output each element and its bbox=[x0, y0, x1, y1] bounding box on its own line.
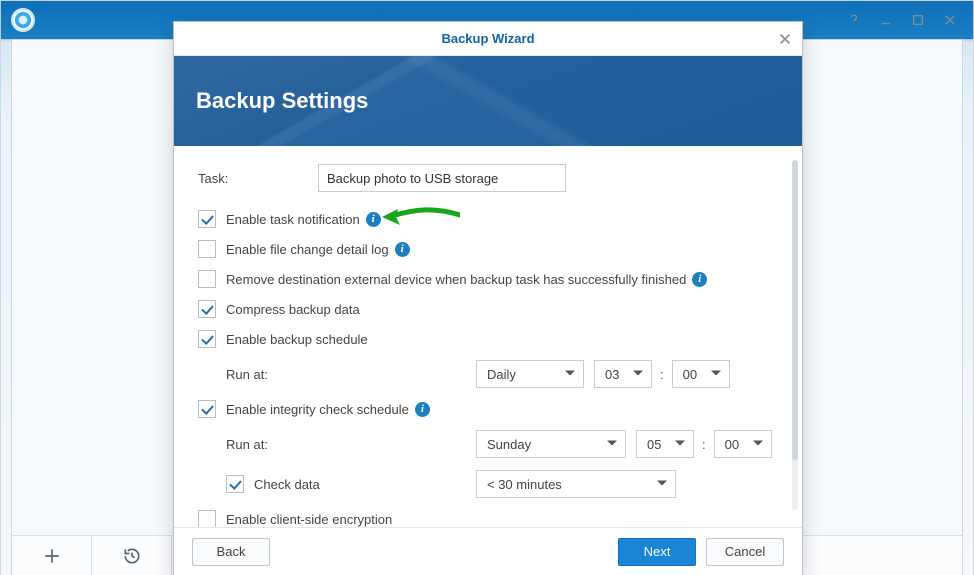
dialog-footer: Back Next Cancel bbox=[174, 527, 802, 575]
minimize-button[interactable] bbox=[879, 13, 893, 27]
maximize-button[interactable] bbox=[911, 13, 925, 27]
backup-runat-label: Run at: bbox=[226, 367, 476, 382]
select-value: 00 bbox=[725, 437, 739, 452]
chevron-down-icon bbox=[753, 437, 763, 452]
compress-checkbox[interactable] bbox=[198, 300, 216, 318]
backup-minute-select[interactable]: 00 bbox=[672, 360, 730, 388]
desktop: Backup Wizard Backup Settings Task: Enab… bbox=[0, 0, 974, 575]
add-button[interactable] bbox=[12, 536, 92, 575]
info-icon[interactable]: i bbox=[692, 272, 707, 287]
close-icon bbox=[778, 32, 792, 46]
backup-frequency-select[interactable]: Daily bbox=[476, 360, 584, 388]
backup-hour-select[interactable]: 03 bbox=[594, 360, 652, 388]
history-icon bbox=[122, 546, 142, 566]
remove-device-checkbox[interactable] bbox=[198, 270, 216, 288]
chevron-down-icon bbox=[711, 367, 721, 382]
enable-schedule-checkbox[interactable] bbox=[198, 330, 216, 348]
enable-notification-checkbox[interactable] bbox=[198, 210, 216, 228]
info-icon[interactable]: i bbox=[415, 402, 430, 417]
integrity-minute-select[interactable]: 00 bbox=[714, 430, 772, 458]
chevron-down-icon bbox=[565, 367, 575, 382]
enable-encryption-checkbox[interactable] bbox=[198, 510, 216, 527]
remove-device-label: Remove destination external device when … bbox=[226, 272, 686, 287]
enable-schedule-label: Enable backup schedule bbox=[226, 332, 368, 347]
dialog-body: Task: Enable task notification i Enable … bbox=[174, 146, 802, 527]
enable-integrity-checkbox[interactable] bbox=[198, 400, 216, 418]
dialog-title-bar: Backup Wizard bbox=[174, 22, 802, 56]
integrity-runat-label: Run at: bbox=[226, 437, 476, 452]
time-separator: : bbox=[660, 367, 664, 382]
select-value: Sunday bbox=[487, 437, 531, 452]
enable-notification-label: Enable task notification bbox=[226, 212, 360, 227]
info-icon[interactable]: i bbox=[395, 242, 410, 257]
dialog-close-button[interactable] bbox=[774, 28, 796, 50]
plus-icon bbox=[42, 546, 62, 566]
select-value: < 30 minutes bbox=[487, 477, 562, 492]
dialog-header: Backup Settings bbox=[174, 56, 802, 146]
check-data-duration-select[interactable]: < 30 minutes bbox=[476, 470, 676, 498]
chevron-down-icon bbox=[633, 367, 643, 382]
enable-filelog-label: Enable file change detail log bbox=[226, 242, 389, 257]
chevron-down-icon bbox=[675, 437, 685, 452]
info-icon[interactable]: i bbox=[366, 212, 381, 227]
close-window-button[interactable] bbox=[943, 13, 957, 27]
enable-integrity-label: Enable integrity check schedule bbox=[226, 402, 409, 417]
window-controls bbox=[847, 13, 957, 27]
integrity-hour-select[interactable]: 05 bbox=[636, 430, 694, 458]
next-button[interactable]: Next bbox=[618, 538, 696, 566]
time-separator: : bbox=[702, 437, 706, 452]
check-data-label: Check data bbox=[254, 477, 320, 492]
cancel-button[interactable]: Cancel bbox=[706, 538, 784, 566]
task-label: Task: bbox=[198, 171, 318, 186]
select-value: 05 bbox=[647, 437, 661, 452]
chevron-down-icon bbox=[657, 477, 667, 492]
help-button[interactable] bbox=[847, 13, 861, 27]
integrity-frequency-select[interactable]: Sunday bbox=[476, 430, 626, 458]
select-value: Daily bbox=[487, 367, 516, 382]
dialog-title: Backup Wizard bbox=[441, 31, 534, 46]
compress-label: Compress backup data bbox=[226, 302, 360, 317]
os-menu-icon[interactable] bbox=[11, 8, 35, 32]
task-name-input[interactable] bbox=[318, 164, 566, 192]
back-button[interactable]: Back bbox=[192, 538, 270, 566]
backup-wizard-dialog: Backup Wizard Backup Settings Task: Enab… bbox=[173, 21, 803, 575]
enable-encryption-label: Enable client-side encryption bbox=[226, 512, 392, 527]
history-button[interactable] bbox=[92, 536, 172, 575]
select-value: 00 bbox=[683, 367, 697, 382]
dialog-heading: Backup Settings bbox=[196, 88, 368, 114]
enable-filelog-checkbox[interactable] bbox=[198, 240, 216, 258]
chevron-down-icon bbox=[607, 437, 617, 452]
select-value: 03 bbox=[605, 367, 619, 382]
check-data-checkbox[interactable] bbox=[226, 475, 244, 493]
